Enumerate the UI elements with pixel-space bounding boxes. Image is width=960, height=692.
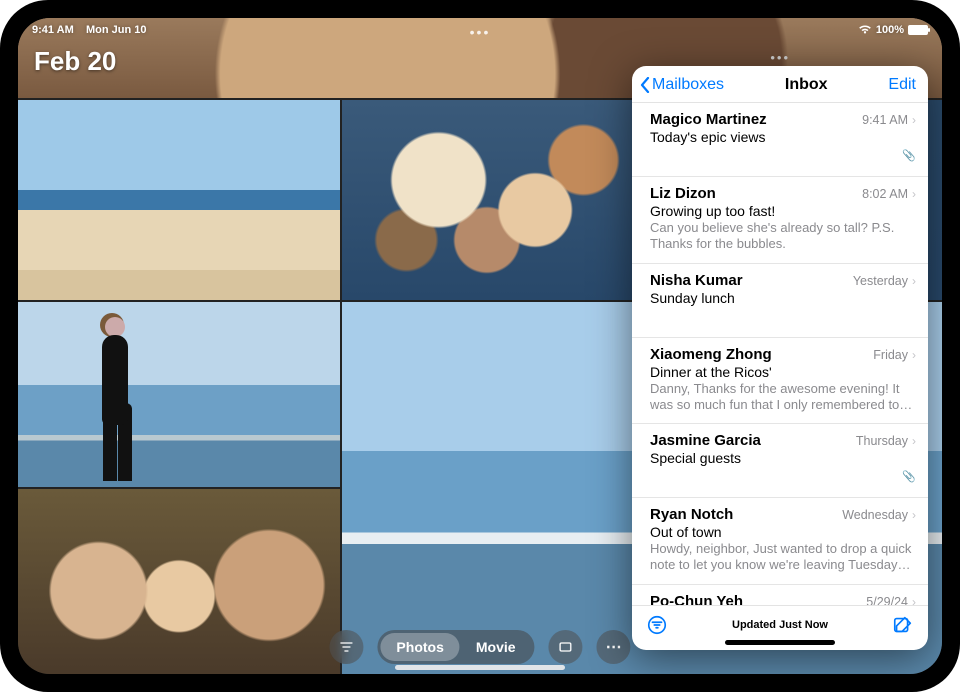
ipad-device-frame: 9:41 AM Mon Jun 10 100% ••• bbox=[0, 0, 960, 692]
mail-toolbar: Updated Just Now bbox=[632, 605, 928, 650]
photos-date-header: Feb 20 bbox=[34, 46, 116, 77]
attachment-icon: 📎 bbox=[902, 471, 916, 483]
aspect-button[interactable] bbox=[549, 630, 583, 664]
mail-list[interactable]: Magico Martinez 9:41 AM› Today's epic vi… bbox=[632, 103, 928, 605]
chevron-right-icon: › bbox=[912, 113, 916, 127]
mail-subject: Dinner at the Ricos' bbox=[650, 364, 916, 380]
mail-subject: Out of town bbox=[650, 524, 916, 540]
mail-message-row[interactable]: Xiaomeng Zhong Friday› Dinner at the Ric… bbox=[632, 338, 928, 425]
more-button[interactable]: ⋯ bbox=[597, 630, 631, 664]
mail-back-button[interactable]: Mailboxes bbox=[640, 76, 724, 94]
mail-status: Updated Just Now bbox=[732, 619, 828, 631]
battery-icon bbox=[908, 25, 928, 35]
chevron-right-icon: › bbox=[912, 274, 916, 288]
mail-time: Thursday› bbox=[856, 434, 916, 448]
filter-button[interactable] bbox=[329, 630, 363, 664]
mail-sender: Ryan Notch bbox=[650, 506, 733, 523]
status-right: 100% bbox=[858, 24, 928, 36]
mail-time: Friday› bbox=[873, 348, 916, 362]
mail-message-row[interactable]: Jasmine Garcia Thursday› Special guests … bbox=[632, 424, 928, 498]
mail-subject: Growing up too fast! bbox=[650, 203, 916, 219]
mail-message-row[interactable]: Liz Dizon 8:02 AM› Growing up too fast! … bbox=[632, 177, 928, 264]
photo-tile[interactable] bbox=[342, 100, 664, 300]
photo-tile-stack bbox=[18, 302, 340, 674]
compose-mail-button[interactable] bbox=[892, 614, 914, 636]
mail-edit-button[interactable]: Edit bbox=[888, 76, 916, 94]
mail-preview: Howdy, neighbor, Just wanted to drop a q… bbox=[650, 541, 916, 574]
filter-mail-button[interactable] bbox=[646, 614, 668, 636]
mail-sender: Liz Dizon bbox=[650, 185, 716, 202]
status-time: 9:41 AM bbox=[32, 24, 74, 36]
chevron-right-icon: › bbox=[912, 595, 916, 606]
home-indicator[interactable] bbox=[395, 665, 565, 670]
mail-message-row[interactable]: Nisha Kumar Yesterday› Sunday lunch bbox=[632, 264, 928, 338]
slideover-grab-icon[interactable]: ••• bbox=[770, 50, 790, 65]
mail-sender: Jasmine Garcia bbox=[650, 432, 761, 449]
mail-subject: Special guests bbox=[650, 450, 916, 466]
view-segmented-control[interactable]: Photos Movie bbox=[377, 630, 534, 664]
ipad-screen: 9:41 AM Mon Jun 10 100% ••• bbox=[18, 18, 942, 674]
mail-time: Wednesday› bbox=[842, 508, 916, 522]
chevron-right-icon: › bbox=[912, 187, 916, 201]
mail-time: Yesterday› bbox=[853, 274, 916, 288]
mail-sender: Nisha Kumar bbox=[650, 272, 743, 289]
status-date: Mon Jun 10 bbox=[86, 24, 147, 36]
mail-time: 8:02 AM› bbox=[862, 187, 916, 201]
mail-slideover-panel[interactable]: Mailboxes Inbox Edit Magico Martinez 9:4… bbox=[632, 66, 928, 650]
mail-nav-bar: Mailboxes Inbox Edit bbox=[632, 66, 928, 103]
mail-title: Inbox bbox=[785, 76, 828, 94]
photo-tile[interactable] bbox=[18, 100, 340, 300]
mail-sender: Xiaomeng Zhong bbox=[650, 346, 772, 363]
mail-subject: Sunday lunch bbox=[650, 290, 916, 306]
mail-preview: Can you believe she's already so tall? P… bbox=[650, 220, 916, 253]
mail-sender: Po-Chun Yeh bbox=[650, 593, 743, 606]
segment-movie[interactable]: Movie bbox=[460, 633, 532, 661]
mail-preview: Danny, Thanks for the awesome evening! I… bbox=[650, 381, 916, 414]
wifi-icon bbox=[858, 25, 872, 35]
battery-percent: 100% bbox=[876, 24, 904, 36]
mail-subject: Today's epic views bbox=[650, 129, 916, 145]
status-left: 9:41 AM Mon Jun 10 bbox=[32, 24, 147, 36]
chevron-right-icon: › bbox=[912, 434, 916, 448]
photos-bottom-bar: Photos Movie ⋯ bbox=[329, 630, 630, 664]
segment-photos[interactable]: Photos bbox=[380, 633, 459, 661]
slideover-home-indicator[interactable] bbox=[725, 640, 835, 645]
mail-time: 5/29/24› bbox=[866, 595, 916, 606]
chevron-right-icon: › bbox=[912, 348, 916, 362]
mail-message-row[interactable]: Magico Martinez 9:41 AM› Today's epic vi… bbox=[632, 103, 928, 177]
mail-sender: Magico Martinez bbox=[650, 111, 767, 128]
photo-tile[interactable] bbox=[18, 302, 340, 487]
multitask-dots-icon[interactable]: ••• bbox=[470, 24, 491, 40]
mail-message-row[interactable]: Po-Chun Yeh 5/29/24› Lunch call? bbox=[632, 585, 928, 606]
mail-message-row[interactable]: Ryan Notch Wednesday› Out of town Howdy,… bbox=[632, 498, 928, 585]
mail-time: 9:41 AM› bbox=[862, 113, 916, 127]
photo-tile[interactable] bbox=[18, 489, 340, 674]
attachment-icon: 📎 bbox=[902, 150, 916, 162]
chevron-left-icon bbox=[640, 77, 650, 93]
mail-back-label: Mailboxes bbox=[652, 76, 724, 94]
chevron-right-icon: › bbox=[912, 508, 916, 522]
